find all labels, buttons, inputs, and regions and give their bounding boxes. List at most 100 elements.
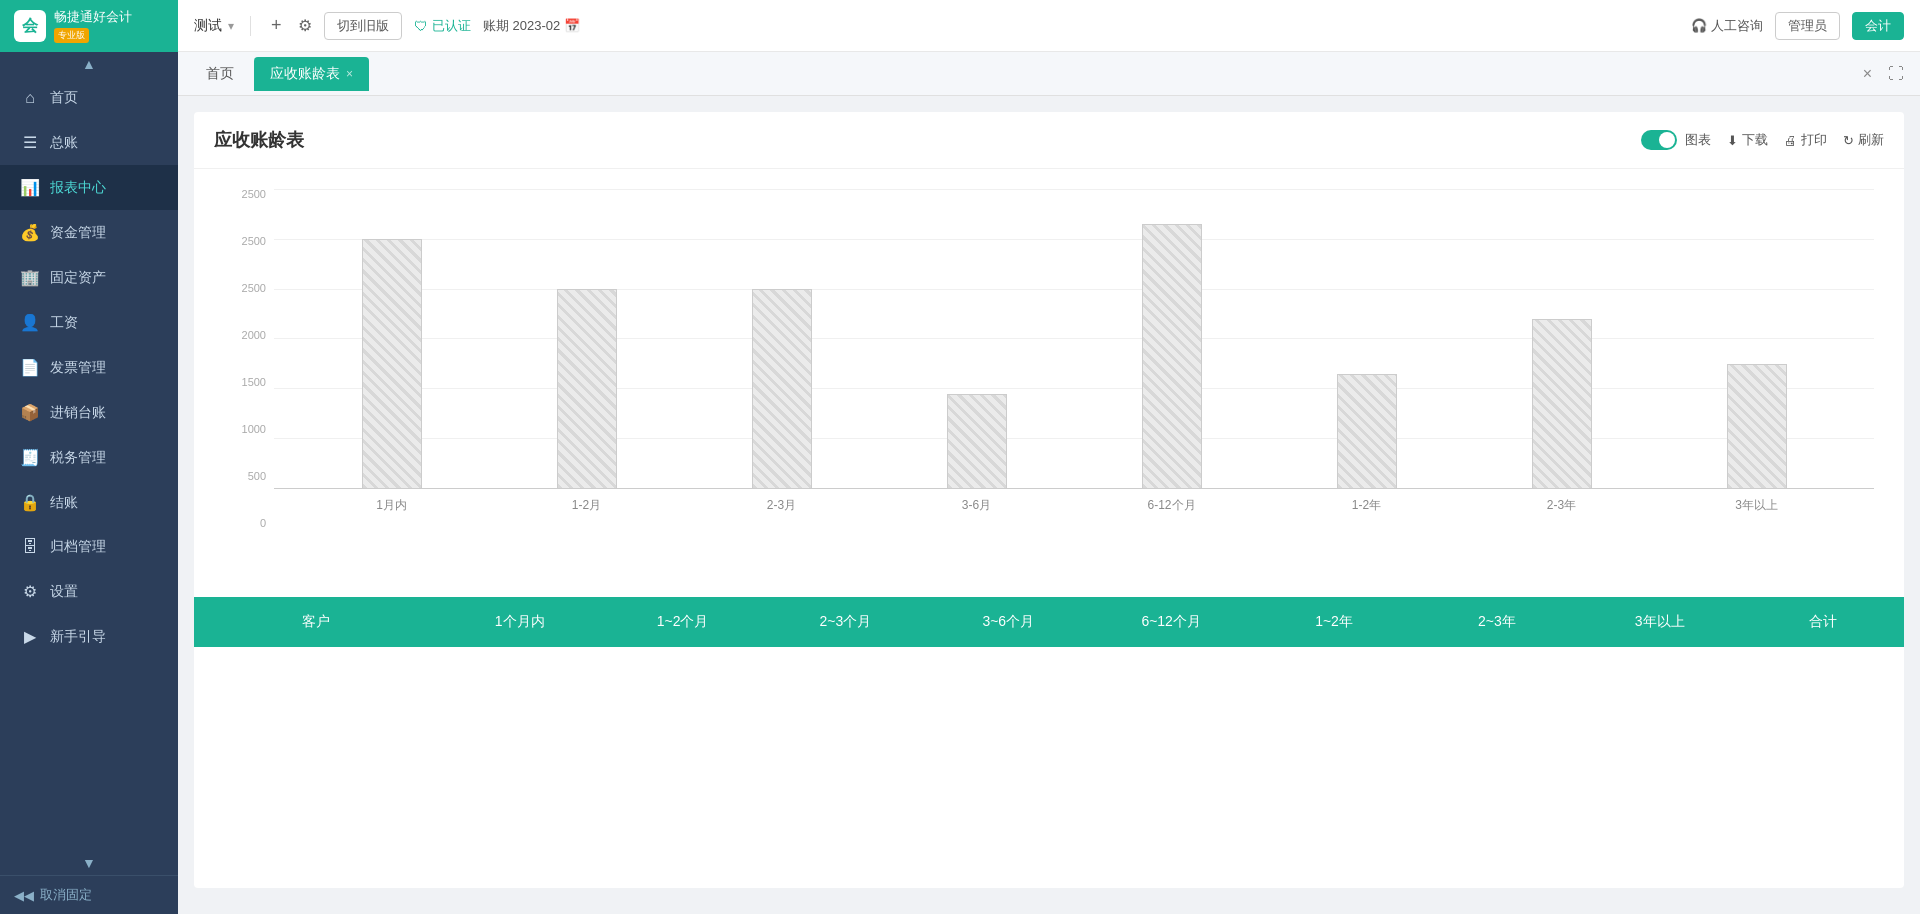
x-tick-1-2year: 1-2年 xyxy=(1269,497,1464,514)
sidebar-label-fund: 资金管理 xyxy=(50,224,106,242)
tab-home[interactable]: 首页 xyxy=(190,57,250,91)
sidebar-item-guide[interactable]: ▶ 新手引导 xyxy=(0,614,178,659)
edition-badge: 专业版 xyxy=(54,28,89,43)
sidebar-item-salary[interactable]: 👤 工资 xyxy=(0,300,178,345)
y-tick-2500-2: 2500 xyxy=(242,236,266,247)
sidebar-item-archive[interactable]: 🗄 归档管理 xyxy=(0,525,178,569)
company-name: 测试 xyxy=(194,17,222,35)
topbar: 测试 ▾ + ⚙ 切到旧版 🛡 已认证 账期 2023-02 📅 🎧 人工咨询 … xyxy=(178,0,1920,52)
sidebar-label-fixed-asset: 固定资产 xyxy=(50,269,106,287)
print-button[interactable]: 🖨 打印 xyxy=(1784,131,1827,149)
settings-icon: ⚙ xyxy=(20,582,40,601)
bar-group-6-12month xyxy=(1074,224,1269,489)
sidebar-item-fixed-asset[interactable]: 🏢 固定资产 xyxy=(0,255,178,300)
y-axis: 2500 2500 2500 2000 1500 1000 500 0 xyxy=(224,189,274,529)
add-button[interactable]: + xyxy=(267,11,286,40)
col-header-1-2year: 1~2年 xyxy=(1253,613,1416,631)
x-tick-6-12month: 6-12个月 xyxy=(1074,497,1269,514)
guide-icon: ▶ xyxy=(20,627,40,646)
unpin-label: 取消固定 xyxy=(40,886,92,904)
tab-receivable-aging[interactable]: 应收账龄表 × xyxy=(254,57,369,91)
company-selector[interactable]: 测试 ▾ xyxy=(194,17,234,35)
certified-label: 已认证 xyxy=(432,17,471,35)
y-tick-2500-top: 2500 xyxy=(242,189,266,200)
expand-window-button[interactable]: ⛶ xyxy=(1884,61,1908,87)
admin-button[interactable]: 管理员 xyxy=(1775,12,1840,40)
bar-group-2-3year xyxy=(1464,319,1659,489)
y-tick-2500-3: 2500 xyxy=(242,283,266,294)
sidebar-item-home[interactable]: ⌂ 首页 xyxy=(0,76,178,120)
report-actions: 图表 ⬇ 下载 🖨 打印 ↻ 刷新 xyxy=(1641,130,1884,150)
headset-icon: 🎧 xyxy=(1691,18,1707,33)
service-button[interactable]: 🎧 人工咨询 xyxy=(1691,17,1763,35)
bar-group-3year-plus xyxy=(1659,364,1854,489)
period-value: 2023-02 xyxy=(513,18,561,33)
close-window-button[interactable]: × xyxy=(1859,61,1876,87)
archive-icon: 🗄 xyxy=(20,538,40,556)
sidebar-label-invoice: 发票管理 xyxy=(50,359,106,377)
tab-home-label: 首页 xyxy=(206,65,234,83)
fund-icon: 💰 xyxy=(20,223,40,242)
sidebar-nav: ⌂ 首页 ☰ 总账 📊 报表中心 💰 资金管理 🏢 固定资产 👤 工资 📄 发票… xyxy=(0,76,178,851)
toggle-track[interactable] xyxy=(1641,130,1677,150)
x-tick-1month: 1月内 xyxy=(294,497,489,514)
sidebar-item-inventory[interactable]: 📦 进销台账 xyxy=(0,390,178,435)
scroll-up-arrow[interactable]: ▲ xyxy=(0,52,178,76)
sidebar-label-ledger: 总账 xyxy=(50,134,78,152)
print-icon: 🖨 xyxy=(1784,133,1797,148)
sidebar-item-fund[interactable]: 💰 资金管理 xyxy=(0,210,178,255)
col-header-total: 合计 xyxy=(1741,613,1904,631)
logo-area: 会 畅捷通好会计 专业版 xyxy=(0,0,178,52)
logo-icon: 会 xyxy=(14,10,46,42)
salary-icon: 👤 xyxy=(20,313,40,332)
y-tick-500: 500 xyxy=(248,471,266,482)
shield-icon: 🛡 xyxy=(414,18,428,34)
col-header-2-3year: 2~3年 xyxy=(1415,613,1578,631)
bar-group-3-6month xyxy=(879,394,1074,489)
scroll-down-arrow[interactable]: ▼ xyxy=(0,851,178,875)
tab-close-icon[interactable]: × xyxy=(346,67,353,81)
chart-toggle[interactable]: 图表 xyxy=(1641,130,1711,150)
report-icon: 📊 xyxy=(20,178,40,197)
chart-area: 2500 2500 2500 2000 1500 1000 500 0 xyxy=(194,169,1904,589)
sidebar-item-report[interactable]: 📊 报表中心 xyxy=(0,165,178,210)
col-header-2-3month: 2~3个月 xyxy=(764,613,927,631)
sidebar-item-tax[interactable]: 🧾 税务管理 xyxy=(0,435,178,480)
topbar-right: 🎧 人工咨询 管理员 会计 xyxy=(1691,12,1904,40)
sidebar-label-tax: 税务管理 xyxy=(50,449,106,467)
download-button[interactable]: ⬇ 下载 xyxy=(1727,131,1768,149)
col-header-1-2month: 1~2个月 xyxy=(601,613,764,631)
calendar-icon[interactable]: 📅 xyxy=(564,18,580,33)
bar-group-2-3month xyxy=(684,289,879,489)
col-header-3-6month: 3~6个月 xyxy=(927,613,1090,631)
accountant-button[interactable]: 会计 xyxy=(1852,12,1904,40)
sidebar-item-settings[interactable]: ⚙ 设置 xyxy=(0,569,178,614)
col-header-3year-plus: 3年以上 xyxy=(1578,613,1741,631)
sidebar-item-close-accounts[interactable]: 🔒 结账 xyxy=(0,480,178,525)
x-tick-3year-plus: 3年以上 xyxy=(1659,497,1854,514)
sidebar-label-inventory: 进销台账 xyxy=(50,404,106,422)
refresh-icon: ↻ xyxy=(1843,133,1854,148)
chart-body: 1月内 1-2月 2-3月 3-6月 6-12个月 1-2年 2-3年 3年以上 xyxy=(274,189,1874,529)
home-icon: ⌂ xyxy=(20,89,40,107)
bar-1month xyxy=(362,239,422,489)
table-section: 客户 1个月内 1~2个月 2~3个月 3~6个月 6~12个月 1~2年 2~… xyxy=(194,597,1904,647)
y-tick-1000: 1000 xyxy=(242,424,266,435)
bar-2-3month xyxy=(752,289,812,489)
invoice-icon: 📄 xyxy=(20,358,40,377)
topbar-separator-1 xyxy=(250,16,251,36)
x-tick-2-3month: 2-3月 xyxy=(684,497,879,514)
sidebar-label-close: 结账 xyxy=(50,494,78,512)
col-header-customer: 客户 xyxy=(194,613,438,631)
download-icon: ⬇ xyxy=(1727,133,1738,148)
settings-button[interactable]: ⚙ xyxy=(298,16,312,35)
y-tick-0: 0 xyxy=(260,518,266,529)
col-header-6-12month: 6~12个月 xyxy=(1090,613,1253,631)
sidebar-item-invoice[interactable]: 📄 发票管理 xyxy=(0,345,178,390)
tax-icon: 🧾 xyxy=(20,448,40,467)
unpin-button[interactable]: ◀◀ 取消固定 xyxy=(0,875,178,914)
bars-row xyxy=(274,189,1874,489)
old-version-button[interactable]: 切到旧版 xyxy=(324,12,402,40)
sidebar-item-ledger[interactable]: ☰ 总账 xyxy=(0,120,178,165)
refresh-button[interactable]: ↻ 刷新 xyxy=(1843,131,1884,149)
